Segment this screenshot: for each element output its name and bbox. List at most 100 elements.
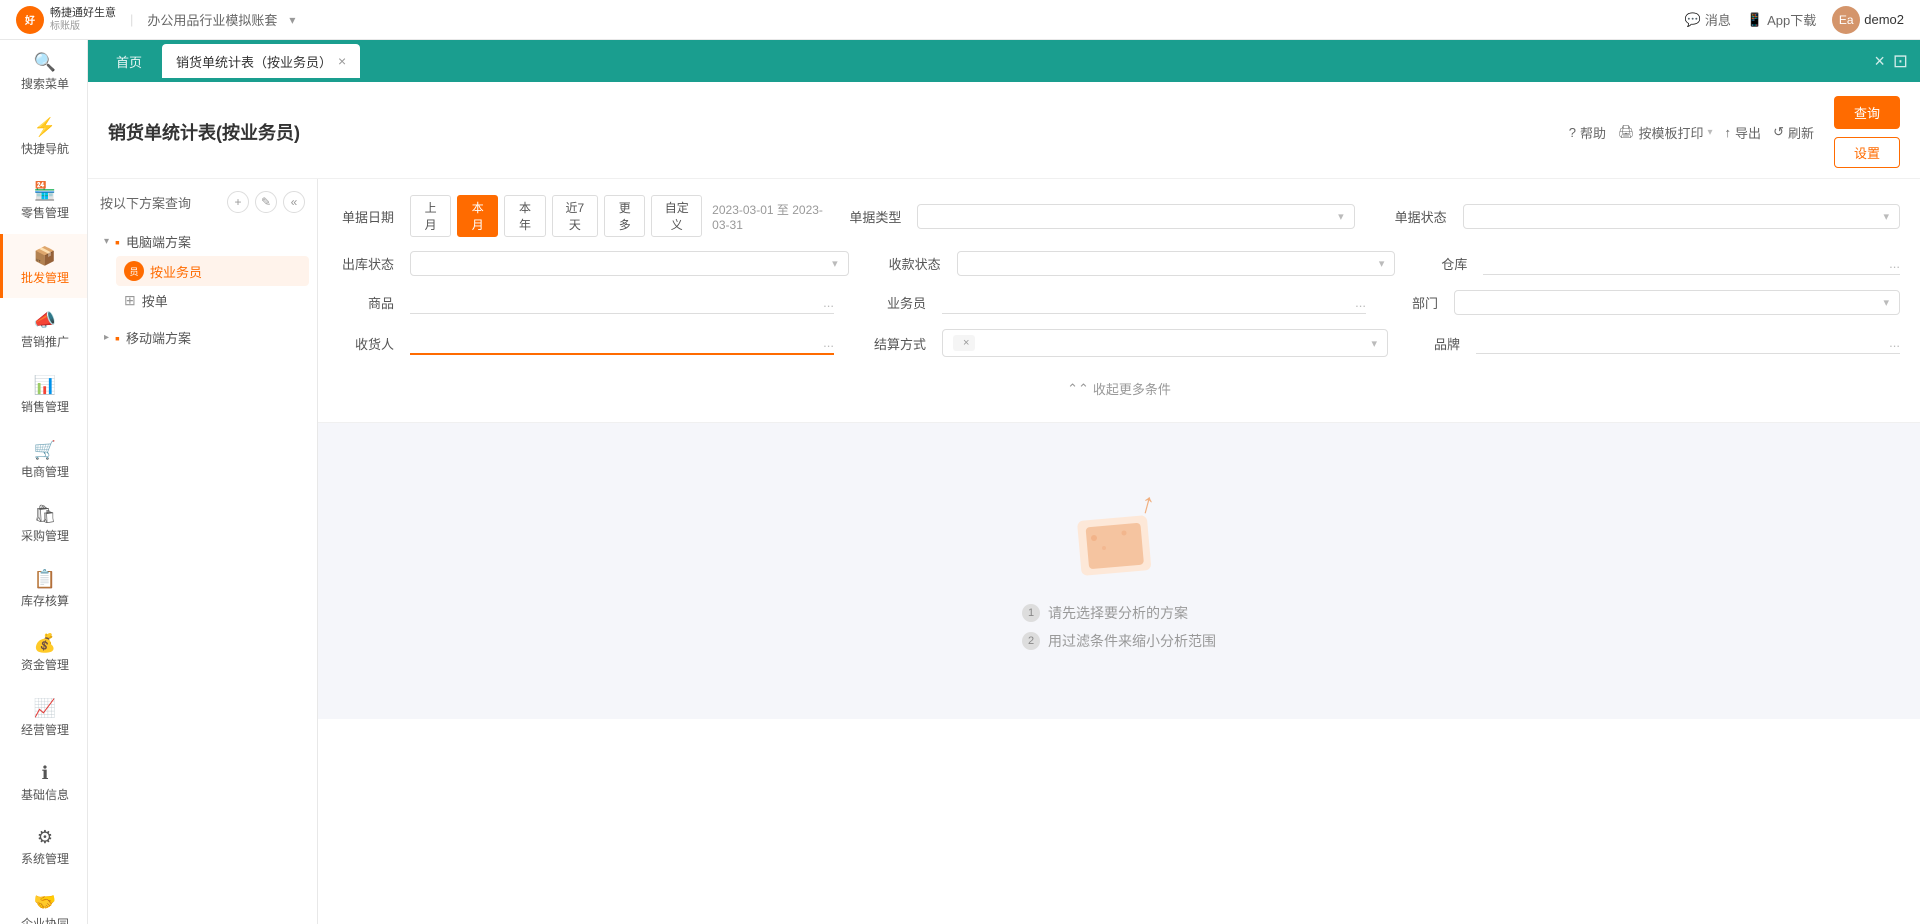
mobile-folder-icon: ▪ — [115, 330, 120, 346]
tree-group-mobile[interactable]: ▸ ▪ 移动端方案 — [96, 323, 309, 352]
sidebar-item-basic[interactable]: ℹ 基础信息 — [0, 751, 87, 816]
tab-active[interactable]: 销货单统计表（按业务员） × — [162, 44, 360, 78]
sidebar-item-inventory[interactable]: 📋 库存核算 — [0, 557, 87, 622]
sidebar-item-sales[interactable]: 📊 销售管理 — [0, 363, 87, 428]
print-action[interactable]: 🖨 按模板打印 ▾ — [1618, 123, 1713, 142]
date-btn-7days[interactable]: 近7天 — [552, 195, 599, 237]
sidebar: 🔍 搜索菜单 ⚡ 快捷导航 🏪 零售管理 📦 批发管理 📣 营销推广 📊 销售管… — [0, 40, 88, 924]
export-icon: ↑ — [1725, 125, 1732, 140]
logo-icon: 好 — [16, 6, 44, 34]
add-icon: + — [234, 195, 241, 209]
user-name: demo2 — [1864, 12, 1904, 27]
warehouse-dots[interactable]: ... — [1889, 256, 1900, 271]
left-panel-actions: + ✎ « — [227, 191, 305, 213]
sidebar-item-retail[interactable]: 🏪 零售管理 — [0, 169, 87, 234]
retail-icon: 🏪 — [34, 181, 56, 202]
sidebar-item-nav[interactable]: ⚡ 快捷导航 — [0, 105, 87, 170]
sidebar-item-ops[interactable]: 📈 经营管理 — [0, 686, 87, 751]
tree-children-pc: 员 按业务员 ⊞ 按单 — [96, 256, 309, 315]
tab-maximize-icon[interactable]: ⊡ — [1893, 51, 1908, 72]
doc-status-select[interactable]: ▾ — [1463, 204, 1900, 229]
brand-dots[interactable]: ... — [1889, 335, 1900, 350]
empty-hint-2: 2 用过滤条件来缩小分析范围 — [1022, 631, 1216, 651]
sidebar-item-marketing[interactable]: 📣 营销推广 — [0, 298, 87, 363]
page-title: 销货单统计表(按业务员) — [108, 119, 300, 145]
doc-type-select[interactable]: ▾ — [917, 204, 1354, 229]
dept-select[interactable]: ▾ — [1454, 290, 1900, 315]
settlement-select[interactable]: × ▾ — [942, 329, 1388, 357]
edit-plan-button[interactable]: ✎ — [255, 191, 277, 213]
goods-dots[interactable]: ... — [823, 295, 834, 310]
refresh-action[interactable]: ↺ 刷新 — [1773, 123, 1814, 142]
date-label: 单据日期 — [338, 207, 394, 226]
date-btn-last-month[interactable]: 上月 — [410, 195, 451, 237]
date-btn-custom[interactable]: 自定义 — [651, 195, 702, 237]
tree-leaf-sales[interactable]: 员 按业务员 — [116, 256, 309, 286]
ship-status-select[interactable]: ▾ — [410, 251, 849, 276]
tab-home[interactable]: 首页 — [100, 46, 158, 77]
empty-svg: ↑ — [1059, 483, 1179, 583]
purchase-icon: 🛍 — [34, 504, 57, 525]
nav-title: 办公用品行业模拟账套 — [147, 10, 277, 29]
salesman-dots[interactable]: ... — [1355, 295, 1366, 310]
filter-row-2: 出库状态 ▾ 收款状态 ▾ 仓库 — [338, 251, 1900, 276]
ecommerce-icon: 🛒 — [34, 440, 56, 461]
content-area: 首页 销货单统计表（按业务员） × × ⊡ 销货单统计表(按业务员) ? 帮助 — [88, 40, 1920, 924]
download-icon: 📱 — [1747, 12, 1763, 28]
sidebar-item-system[interactable]: ⚙ 系统管理 — [0, 815, 87, 880]
sidebar-item-search[interactable]: 🔍 搜索菜单 — [0, 40, 87, 105]
system-icon: ⚙ — [37, 827, 53, 848]
tab-close-all-icon[interactable]: × — [1874, 51, 1885, 72]
query-settings-group: 查询 设置 — [1834, 96, 1900, 168]
goods-label: 商品 — [338, 293, 394, 312]
settlement-tag-close[interactable]: × — [963, 337, 969, 349]
header-right: 💬 消息 📱 App下载 Ea demo2 — [1685, 6, 1904, 34]
date-btn-this-year[interactable]: 本年 — [504, 195, 545, 237]
sidebar-item-finance[interactable]: 💰 资金管理 — [0, 621, 87, 686]
collapse-more-button[interactable]: ⌃⌃ 收起更多条件 — [338, 371, 1900, 406]
nav-arrow-icon[interactable]: ▾ — [289, 13, 295, 27]
empty-illustration: ↑ — [1059, 483, 1179, 583]
sidebar-item-purchase[interactable]: 🛍 采购管理 — [0, 492, 87, 557]
wholesale-icon: 📦 — [34, 246, 56, 267]
main-layout: 🔍 搜索菜单 ⚡ 快捷导航 🏪 零售管理 📦 批发管理 📣 营销推广 📊 销售管… — [0, 40, 1920, 924]
help-action[interactable]: ? 帮助 — [1569, 123, 1606, 142]
page-header: 销货单统计表(按业务员) ? 帮助 🖨 按模板打印 ▾ ↑ 导出 — [88, 82, 1920, 179]
tab-label: 销货单统计表（按业务员） — [176, 52, 332, 71]
receiver-dots[interactable]: ... — [823, 335, 834, 350]
ship-arrow-icon: ▾ — [832, 257, 838, 270]
sidebar-item-collab[interactable]: 🤝 企业协同 — [0, 880, 87, 924]
filter-section: 单据日期 上月 本月 本年 近7天 更多 自定义 2023-03-01 至 20… — [318, 179, 1920, 423]
query-button[interactable]: 查询 — [1834, 96, 1900, 129]
page-container: 销货单统计表(按业务员) ? 帮助 🖨 按模板打印 ▾ ↑ 导出 — [88, 82, 1920, 924]
order-icon: ⊞ — [124, 292, 136, 309]
filter-row-3: 商品 ... 业务员 ... 部门 ▾ — [338, 290, 1900, 315]
ship-status-label: 出库状态 — [338, 254, 394, 273]
date-btn-this-month[interactable]: 本月 — [457, 195, 498, 237]
tab-close-icon[interactable]: × — [338, 54, 346, 68]
tree-arrow-icon: ▾ — [104, 236, 109, 247]
sidebar-item-wholesale[interactable]: 📦 批发管理 — [0, 234, 87, 299]
dept-arrow-icon: ▾ — [1883, 296, 1889, 309]
search-icon: 🔍 — [34, 52, 56, 73]
add-plan-button[interactable]: + — [227, 191, 249, 213]
goods-input-wrapper: ... — [410, 292, 834, 314]
tree-leaf-order[interactable]: ⊞ 按单 — [116, 286, 309, 315]
brand-label: 品牌 — [1420, 334, 1460, 353]
export-action[interactable]: ↑ 导出 — [1725, 123, 1762, 142]
tree-group-pc[interactable]: ▾ ▪ 电脑端方案 — [96, 227, 309, 256]
message-action[interactable]: 💬 消息 — [1685, 10, 1731, 29]
dept-label: 部门 — [1398, 293, 1438, 312]
nav-icon: ⚡ — [34, 117, 56, 138]
tab-bar-actions: × ⊡ — [1874, 51, 1908, 72]
settings-button[interactable]: 设置 — [1834, 137, 1900, 168]
empty-text: 1 请先选择要分析的方案 2 用过滤条件来缩小分析范围 — [1022, 603, 1216, 659]
tree-node-pc: ▾ ▪ 电脑端方案 员 按业务员 — [96, 223, 309, 319]
app-download-action[interactable]: 📱 App下载 — [1747, 10, 1816, 29]
payment-status-select[interactable]: ▾ — [957, 251, 1396, 276]
user-area[interactable]: Ea demo2 — [1832, 6, 1904, 34]
sidebar-item-ecommerce[interactable]: 🛒 电商管理 — [0, 428, 87, 493]
date-btn-more[interactable]: 更多 — [604, 195, 645, 237]
left-panel-title: 按以下方案查询 — [100, 193, 191, 212]
collapse-panel-button[interactable]: « — [283, 191, 305, 213]
